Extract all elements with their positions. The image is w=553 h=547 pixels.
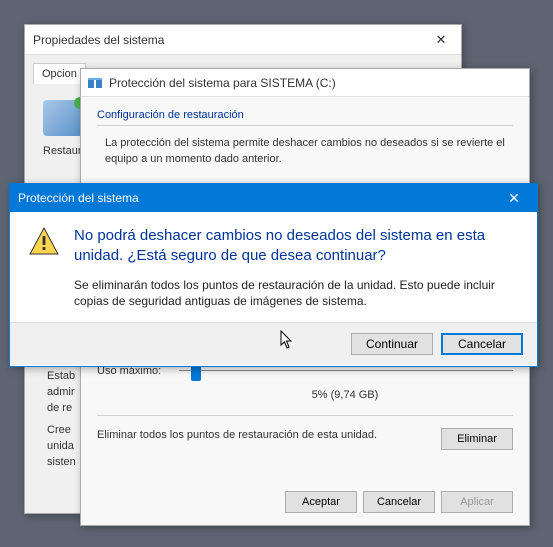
continue-button[interactable]: Continuar [351,333,433,355]
window-title: Protección del sistema para SISTEMA (C:) [109,76,523,90]
close-icon[interactable]: ✕ [499,190,529,207]
window-body: Configuración de restauración La protecc… [81,97,529,190]
section-description: La protección del sistema permite deshac… [97,136,513,168]
dialog-footer: Aceptar Cancelar Aplicar [285,491,513,513]
dialog-text: Se eliminarán todos los puntos de restau… [74,277,519,311]
text-fragment: unida [47,439,76,455]
text-fragment: sisten [47,455,76,471]
ok-button[interactable]: Aceptar [285,491,357,513]
text-fragment: admir [47,385,76,401]
divider [97,125,513,126]
disk-usage-section: Estab admir de re Cree unida sisten Uso … [97,361,513,450]
close-icon[interactable]: ✕ [429,32,453,48]
dialog-content: No podrá deshacer cambios no deseados de… [74,226,519,310]
cancel-button[interactable]: Cancelar [441,333,523,355]
delete-description: Eliminar todos los puntos de restauració… [97,428,431,443]
titlebar[interactable]: Protección del sistema ✕ [10,184,537,212]
tab-options[interactable]: Opcion [33,63,86,84]
slider-track [179,370,513,371]
confirmation-dialog: Protección del sistema ✕ No podrá deshac… [9,183,538,367]
section-heading: Configuración de restauración [97,109,513,121]
delete-button[interactable]: Eliminar [441,428,513,450]
text-fragment: Cree [47,423,76,439]
warning-icon [28,226,60,258]
dialog-footer: Continuar Cancelar [10,322,537,365]
window-title: Propiedades del sistema [33,33,429,47]
dialog-heading: No podrá deshacer cambios no deseados de… [74,226,519,267]
monitor-icon [43,100,83,136]
delete-row: Eliminar todos los puntos de restauració… [97,415,513,450]
dialog-title: Protección del sistema [18,191,499,205]
titlebar[interactable]: Protección del sistema para SISTEMA (C:) [81,69,529,97]
dialog-body: No podrá deshacer cambios no deseados de… [10,212,537,322]
usage-value: 5% (9,74 GB) [177,389,513,401]
apply-button[interactable]: Aplicar [441,491,513,513]
text-fragment: de re [47,401,76,417]
cancel-button[interactable]: Cancelar [363,491,435,513]
restore-point-icon [87,75,103,91]
titlebar[interactable]: Propiedades del sistema ✕ [25,25,461,55]
text-fragment: Estab [47,369,76,385]
